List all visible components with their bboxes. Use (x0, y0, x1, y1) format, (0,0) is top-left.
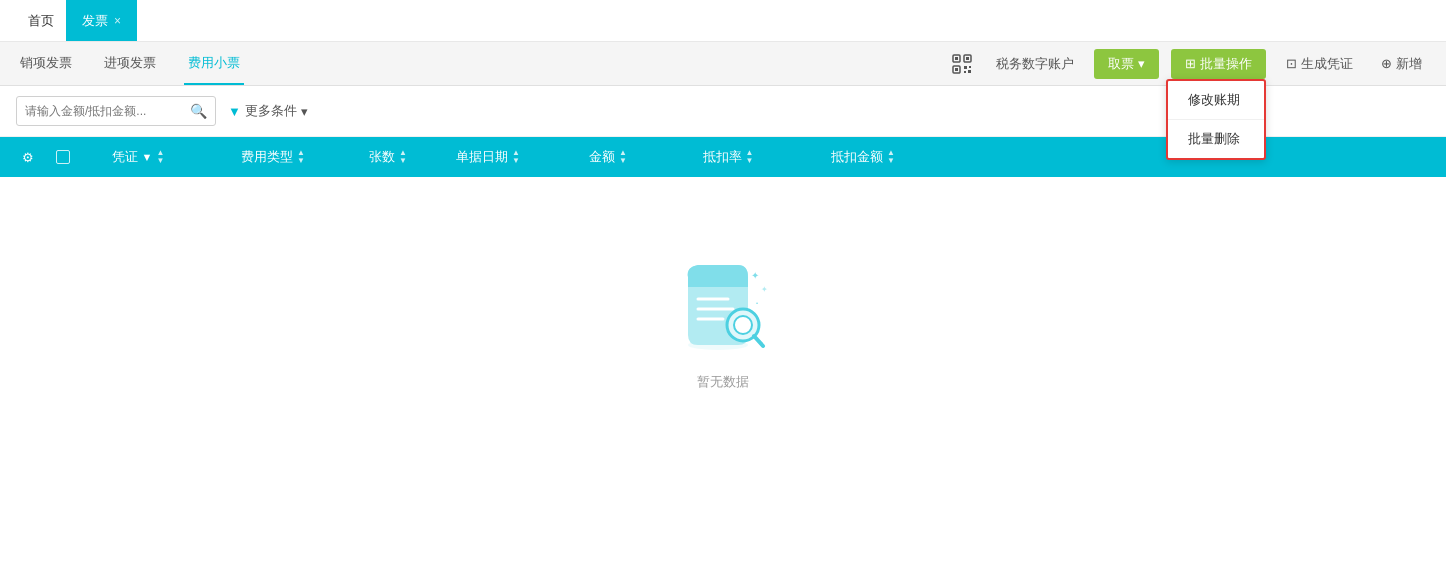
modify-period-item[interactable]: 修改账期 (1168, 81, 1264, 119)
more-filter-button[interactable]: ▼ 更多条件 ▾ (228, 102, 308, 120)
voucher-label: 生成凭证 (1301, 55, 1353, 73)
svg-rect-6 (964, 66, 967, 69)
svg-text:✦: ✦ (761, 285, 768, 294)
batch-dropdown-menu: 修改账期 批量删除 (1166, 79, 1266, 160)
home-tab[interactable]: 首页 (16, 0, 66, 41)
svg-text:✦: ✦ (751, 270, 759, 281)
th-deduct-amount-label: 抵扣金额 (831, 148, 883, 166)
tab-label: 发票 (82, 12, 108, 30)
th-deduct-amount-sort[interactable]: ▲▼ (887, 149, 895, 165)
search-input-wrap: 🔍 (16, 96, 216, 126)
th-voucher-sort[interactable]: ▲▼ (156, 149, 164, 165)
th-sheets[interactable]: 张数 ▲▼ (348, 148, 428, 166)
top-nav: 首页 发票 × (0, 0, 1446, 42)
svg-rect-1 (955, 57, 958, 60)
th-amount[interactable]: 金额 ▲▼ (548, 148, 668, 166)
svg-rect-5 (955, 68, 958, 71)
more-filter-arrow: ▾ (301, 104, 308, 119)
sub-tabs-left: 销项发票 进项发票 费用小票 (16, 42, 244, 85)
svg-line-16 (754, 336, 763, 346)
th-date-sort[interactable]: ▲▼ (512, 149, 520, 165)
svg-rect-3 (966, 57, 969, 60)
tab-expense-receipt[interactable]: 费用小票 (184, 42, 244, 85)
th-deduct-rate[interactable]: 抵扣率 ▲▼ (668, 148, 788, 166)
th-expense-type-sort[interactable]: ▲▼ (297, 149, 305, 165)
empty-text: 暂无数据 (697, 373, 749, 391)
th-amount-label: 金额 (589, 148, 615, 166)
svg-rect-9 (968, 70, 971, 73)
th-settings[interactable]: ⚙ (8, 150, 48, 165)
svg-text:•: • (756, 300, 758, 306)
batch-label: 批量操作 (1200, 55, 1252, 73)
generate-voucher-button[interactable]: ⊡ 生成凭证 (1278, 51, 1361, 77)
fetch-ticket-button[interactable]: 取票 ▾ (1094, 49, 1159, 79)
th-expense-type[interactable]: 费用类型 ▲▼ (198, 148, 348, 166)
th-date[interactable]: 单据日期 ▲▼ (428, 148, 548, 166)
add-button[interactable]: ⊕ 新增 (1373, 51, 1430, 77)
th-deduct-rate-label: 抵扣率 (703, 148, 742, 166)
batch-icon: ⊞ (1185, 56, 1196, 71)
th-deduct-amount[interactable]: 抵扣金额 ▲▼ (788, 148, 938, 166)
th-sheets-sort[interactable]: ▲▼ (399, 149, 407, 165)
settings-icon: ⚙ (22, 150, 34, 165)
svg-rect-8 (964, 71, 966, 73)
tab-close[interactable]: × (114, 14, 121, 28)
tab-input-invoice[interactable]: 进项发票 (100, 42, 160, 85)
th-expense-type-label: 费用类型 (241, 148, 293, 166)
tab-sales-invoice[interactable]: 销项发票 (16, 42, 76, 85)
batch-delete-item[interactable]: 批量删除 (1168, 119, 1264, 158)
qr-button[interactable] (948, 50, 976, 78)
add-label: 新增 (1396, 55, 1422, 73)
sub-tabs-bar: 销项发票 进项发票 费用小票 税务数字账户 取票 ▾ (0, 42, 1446, 86)
th-sheets-label: 张数 (369, 148, 395, 166)
search-input[interactable] (25, 104, 190, 118)
batch-button-wrap: ⊞ 批量操作 修改账期 批量删除 (1171, 49, 1266, 79)
svg-point-15 (734, 316, 752, 334)
filter-funnel-icon: ▼ (228, 104, 241, 119)
tax-account-button[interactable]: 税务数字账户 (988, 51, 1082, 77)
th-amount-sort[interactable]: ▲▼ (619, 149, 627, 165)
voucher-icon: ⊡ (1286, 56, 1297, 71)
fetch-label: 取票 (1108, 55, 1134, 73)
th-voucher-filter-icon: ▼ (142, 151, 153, 163)
select-all-checkbox[interactable] (56, 150, 70, 164)
add-icon: ⊕ (1381, 56, 1392, 71)
fetch-arrow: ▾ (1138, 56, 1145, 71)
batch-operation-button[interactable]: ⊞ 批量操作 (1171, 49, 1266, 79)
th-checkbox (48, 150, 78, 164)
sub-tabs-right: 税务数字账户 取票 ▾ ⊞ 批量操作 修改账期 批量删除 ⊡ 生成凭证 ⊕ 新增 (948, 49, 1430, 79)
invoice-tab[interactable]: 发票 × (66, 0, 137, 41)
th-deduct-rate-sort[interactable]: ▲▼ (746, 149, 754, 165)
th-date-label: 单据日期 (456, 148, 508, 166)
empty-illustration: ✦ ✦ • (663, 257, 783, 357)
search-icon[interactable]: 🔍 (190, 103, 207, 119)
svg-rect-7 (969, 66, 971, 68)
th-voucher-label: 凭证 (112, 148, 138, 166)
empty-state: ✦ ✦ • 暂无数据 (0, 177, 1446, 451)
more-filter-label: 更多条件 (245, 102, 297, 120)
th-voucher[interactable]: 凭证 ▼ ▲▼ (78, 148, 198, 166)
